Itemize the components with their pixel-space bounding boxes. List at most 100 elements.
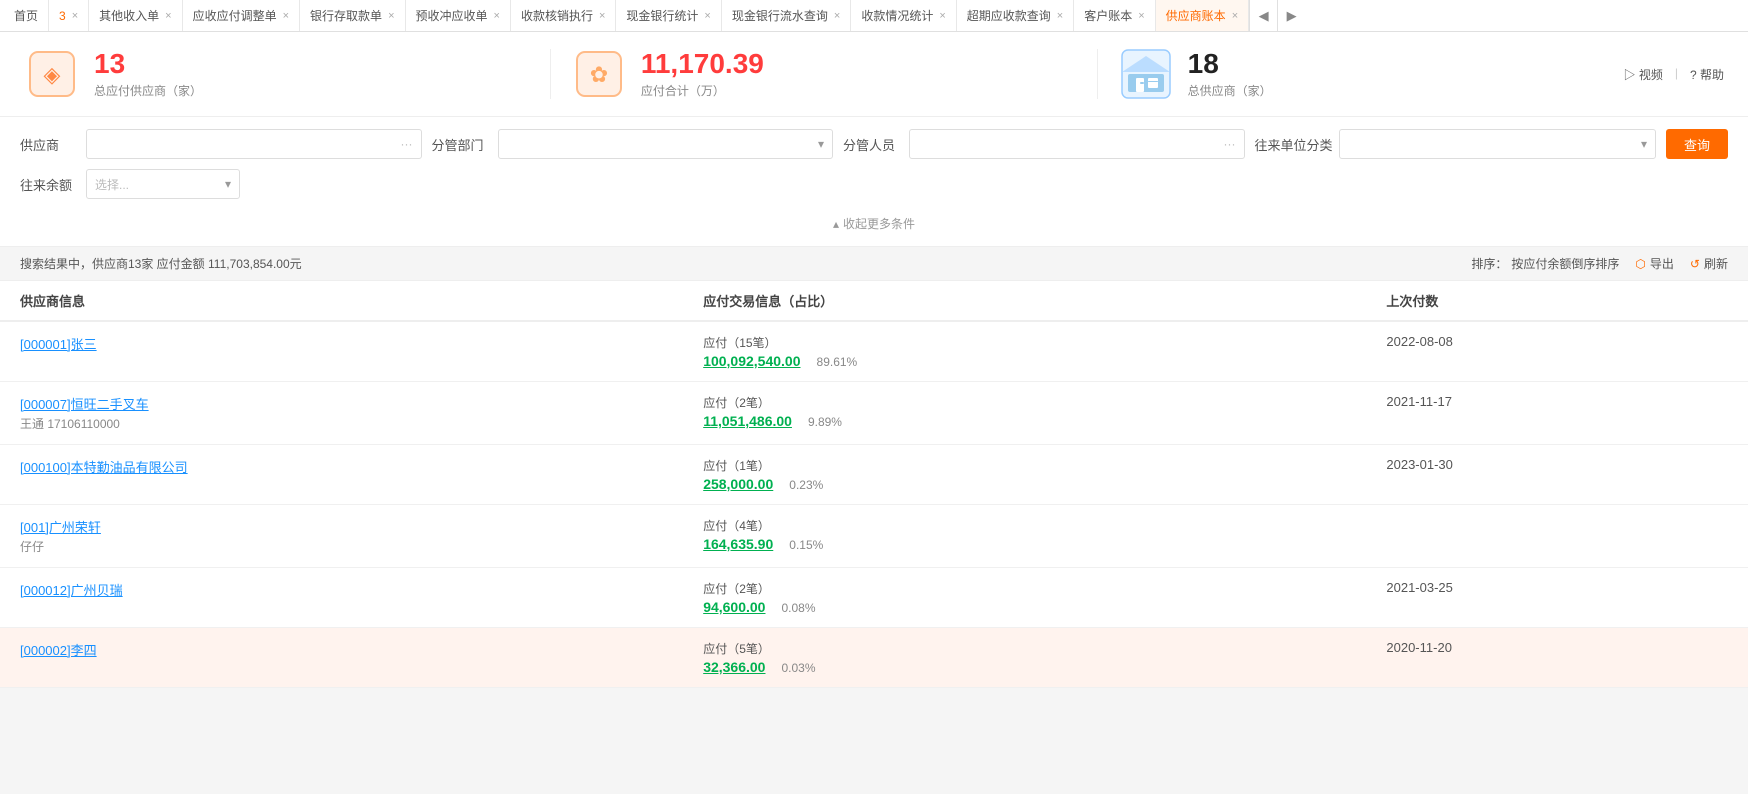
supplier-name-3[interactable]: [001]广州荣轩 <box>20 517 703 536</box>
summary-divider-1 <box>550 49 551 99</box>
nav-tab-advance-label: 预收冲应收单 <box>416 7 488 24</box>
balance-placeholder: 选择... <box>95 176 129 193</box>
shop-icon <box>1118 46 1174 102</box>
supplier-name-2[interactable]: [000100]本特勤油品有限公司 <box>20 457 703 476</box>
supplier-name-4[interactable]: [000012]广州贝瑞 <box>20 580 703 599</box>
col-header-lastpay: 上次付数 <box>1386 291 1728 310</box>
nav-tab-advance[interactable]: 预收冲应收单 × <box>406 0 511 32</box>
nav-tab-collection-stat-close[interactable]: × <box>939 10 945 22</box>
collapse-button[interactable]: ▴ 收起更多条件 <box>20 209 1728 242</box>
query-button[interactable]: 查询 <box>1666 129 1728 159</box>
summary-item-payable-suppliers: ◈ 13 总应付供应商（家） <box>24 46 530 102</box>
table-row: [000002]李四 应付（5笔） 32,366.00 0.03% 2020-1… <box>0 628 1748 688</box>
person-filter-label: 分管人员 <box>843 135 903 154</box>
nav-tab-advance-close[interactable]: × <box>494 10 500 22</box>
filter-row-2: 往来余额 选择... ▾ <box>20 169 1728 199</box>
video-link[interactable]: ▷ 视频 <box>1623 66 1662 83</box>
supplier-name-1[interactable]: [000007]恒旺二手叉车 <box>20 394 703 413</box>
results-bar: 搜索结果中，供应商13家 应付金额 111,703,854.00元 排序： 按应… <box>0 247 1748 281</box>
supplier-sub-1: 王通 17106110000 <box>20 415 703 432</box>
nav-tab-home-label: 首页 <box>14 7 38 24</box>
nav-tab-bank-close[interactable]: × <box>388 10 394 22</box>
tx-amount-0[interactable]: 100,092,540.00 <box>703 353 800 369</box>
nav-tab-cash-flow-label: 现金银行流水查询 <box>732 7 828 24</box>
nav-tab-collection[interactable]: 收款核销执行 × <box>511 0 616 32</box>
nav-tab-home[interactable]: 首页 <box>4 0 49 32</box>
export-button[interactable]: ⬡ 导出 <box>1635 255 1674 272</box>
dept-filter-label: 分管部门 <box>432 135 492 154</box>
dept-filter-select[interactable]: ▾ <box>498 129 834 159</box>
nav-tab-other-income-close[interactable]: × <box>165 10 171 22</box>
refresh-button[interactable]: ↺ 刷新 <box>1690 255 1728 272</box>
tx-percent-2: 0.23% <box>789 478 823 492</box>
person-filter-dots: ··· <box>1224 137 1236 151</box>
nav-tab-adjustment-close[interactable]: × <box>283 10 289 22</box>
last-pay-4: 2021-03-25 <box>1386 580 1728 595</box>
tx-label-2: 应付（1笔） <box>703 457 1386 474</box>
help-links: ▷ 视频 | ? 帮助 <box>1623 66 1724 83</box>
total-suppliers-number: 18 <box>1188 50 1272 78</box>
person-filter-input[interactable]: ··· <box>909 129 1245 159</box>
nav-tab-collection-label: 收款核销执行 <box>521 7 593 24</box>
supplier-filter-input[interactable]: ··· <box>86 129 422 159</box>
tx-amount-5[interactable]: 32,366.00 <box>703 659 765 675</box>
sort-value[interactable]: 按应付余额倒序排序 <box>1511 255 1619 272</box>
payable-suppliers-number: 13 <box>94 50 202 78</box>
dept-select-arrow: ▾ <box>818 137 824 151</box>
nav-tab-bank[interactable]: 银行存取款单 × <box>300 0 405 32</box>
supplier-info-2: [000100]本特勤油品有限公司 <box>20 457 703 476</box>
collapse-chevron-icon: ▴ <box>833 217 839 231</box>
help-link[interactable]: ? 帮助 <box>1690 66 1724 83</box>
tx-amount-1[interactable]: 11,051,486.00 <box>703 413 792 429</box>
supplier-name-5[interactable]: [000002]李四 <box>20 640 703 659</box>
nav-next-arrow[interactable]: ▶ <box>1277 0 1305 32</box>
tx-amount-4[interactable]: 94,600.00 <box>703 599 765 615</box>
tx-label-5: 应付（5笔） <box>703 640 1386 657</box>
nav-tab-cash-stat[interactable]: 现金银行统计 × <box>616 0 721 32</box>
refresh-icon: ↺ <box>1690 257 1700 271</box>
nav-tab-cash-flow-close[interactable]: × <box>834 10 840 22</box>
nav-prev-arrow[interactable]: ◀ <box>1249 0 1277 32</box>
nav-tab-supplier-ledger[interactable]: 供应商账本 × <box>1156 0 1249 32</box>
summary-payable-suppliers-text: 13 总应付供应商（家） <box>94 50 202 99</box>
nav-tab-cash-flow[interactable]: 现金银行流水查询 × <box>722 0 851 32</box>
tx-row-1: 11,051,486.00 9.89% <box>703 411 1386 429</box>
table-row: [000007]恒旺二手叉车 王通 17106110000 应付（2笔） 11,… <box>0 382 1748 445</box>
last-pay-2: 2023-01-30 <box>1386 457 1728 472</box>
refresh-label: 刷新 <box>1704 255 1728 272</box>
tx-amount-3[interactable]: 164,635.90 <box>703 536 773 552</box>
nav-tab-adjustment[interactable]: 应收应付调整单 × <box>183 0 300 32</box>
nav-tab-cash-stat-close[interactable]: × <box>704 10 710 22</box>
filter-balance-item: 往来余额 选择... ▾ <box>20 169 240 199</box>
supplier-name-0[interactable]: [000001]张三 <box>20 334 703 353</box>
filter-supplier-item: 供应商 ··· <box>20 129 422 159</box>
summary-divider-2 <box>1097 49 1098 99</box>
nav-tab-overdue-close[interactable]: × <box>1057 10 1063 22</box>
video-icon: ▷ <box>1623 68 1635 82</box>
sort-label: 排序： <box>1471 255 1507 272</box>
balance-filter-select[interactable]: 选择... ▾ <box>86 169 240 199</box>
nav-tab-3-close[interactable]: × <box>72 10 78 22</box>
last-pay-1: 2021-11-17 <box>1386 394 1728 409</box>
supplier-info-4: [000012]广州贝瑞 <box>20 580 703 599</box>
nav-tab-3[interactable]: 3 × <box>49 0 89 32</box>
payable-suppliers-label: 总应付供应商（家） <box>94 82 202 99</box>
nav-tab-bank-label: 银行存取款单 <box>310 7 382 24</box>
nav-tab-customer-ledger[interactable]: 客户账本 × <box>1074 0 1155 32</box>
nav-tab-overdue[interactable]: 超期应收款查询 × <box>957 0 1074 32</box>
unit-filter-select[interactable]: ▾ <box>1339 129 1656 159</box>
last-pay-0: 2022-08-08 <box>1386 334 1728 349</box>
tx-row-5: 32,366.00 0.03% <box>703 657 1386 675</box>
nav-tab-collection-stat-label: 收款情况统计 <box>861 7 933 24</box>
nav-tab-other-income[interactable]: 其他收入单 × <box>89 0 182 32</box>
supplier-info-3: [001]广州荣轩 仔仔 <box>20 517 703 555</box>
nav-tab-collection-stat[interactable]: 收款情况统计 × <box>851 0 956 32</box>
results-info: 搜索结果中，供应商13家 应付金额 111,703,854.00元 <box>20 255 1471 272</box>
tx-label-0: 应付（15笔） <box>703 334 1386 351</box>
nav-tab-customer-ledger-close[interactable]: × <box>1138 10 1144 22</box>
nav-tab-supplier-ledger-close[interactable]: × <box>1232 10 1238 22</box>
nav-tab-collection-close[interactable]: × <box>599 10 605 22</box>
summary-item-total-payable: ✿ 11,170.39 应付合计（万） <box>571 46 1077 102</box>
table-header: 供应商信息 应付交易信息（占比） 上次付数 <box>0 281 1748 322</box>
tx-amount-2[interactable]: 258,000.00 <box>703 476 773 492</box>
